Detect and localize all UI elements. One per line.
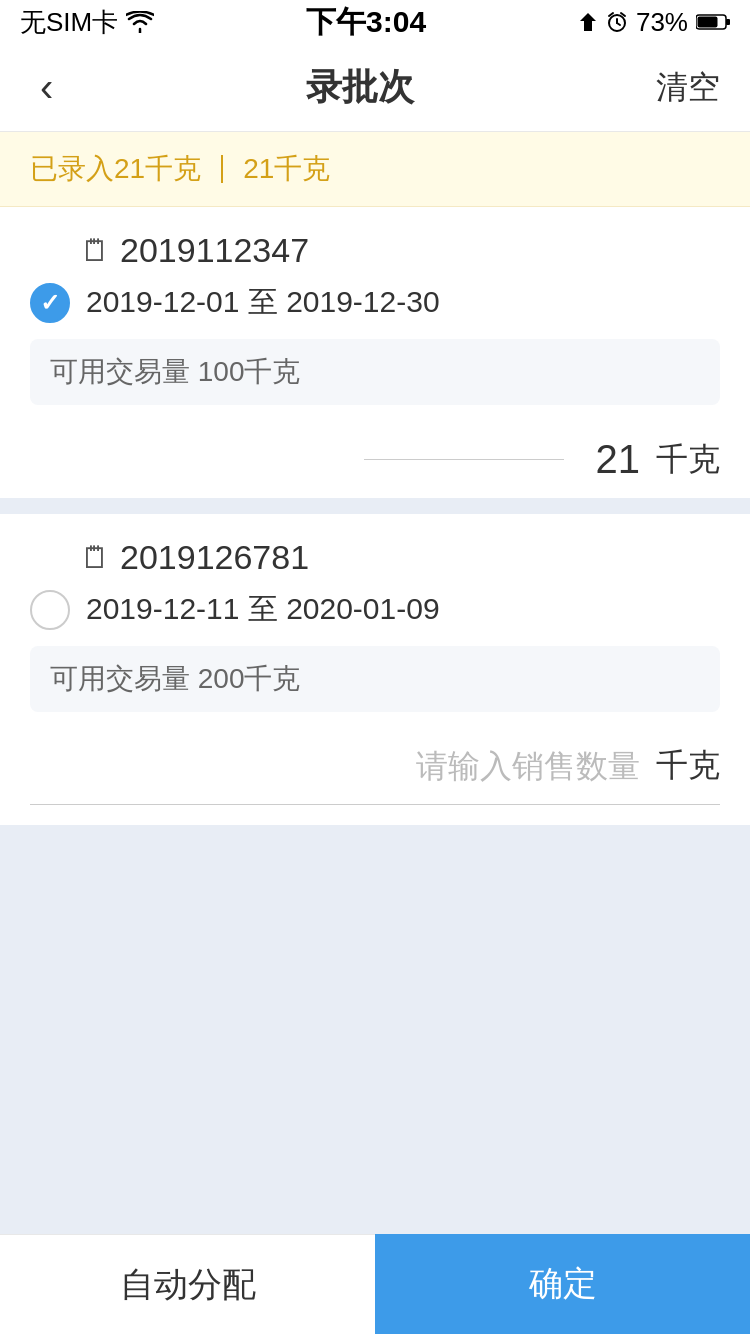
status-left: 无SIM卡 (20, 5, 154, 40)
no-sim-label: 无SIM卡 (20, 5, 118, 40)
content-area: 🗒 2019112347 2019-12-01 至 2019-12-30 可用交… (0, 207, 750, 1334)
batch-id-icon-1: 🗒 (80, 234, 110, 268)
status-time: 下午3:04 (306, 2, 426, 43)
batch-qty-1: 可用交易量 100千克 (30, 339, 720, 405)
location-icon (578, 11, 598, 33)
info-banner: 已录入21千克 21千克 (0, 132, 750, 207)
recorded-label: 已录入21千克 (30, 150, 201, 188)
amount-underline-1 (364, 459, 564, 460)
batch-id-row-2: 🗒 2019126781 (30, 538, 720, 577)
page-title: 录批次 (306, 63, 414, 112)
batch-checkbox-1[interactable] (30, 283, 70, 323)
batch-id-row-1: 🗒 2019112347 (30, 231, 720, 270)
batch-id-1: 2019112347 (120, 231, 309, 270)
batch-amount-row-1: 21 千克 (0, 421, 750, 498)
batch-input-row-2: 千克 (0, 728, 750, 804)
batch-date-1: 2019-12-01 至 2019-12-30 (86, 282, 440, 323)
batch-unit-1: 千克 (656, 438, 720, 482)
svg-line-2 (617, 23, 620, 25)
auto-distribute-button[interactable]: 自动分配 (0, 1234, 375, 1334)
battery-percent: 73% (636, 7, 688, 38)
batch-unit-2: 千克 (656, 744, 720, 788)
batch-card-1: 🗒 2019112347 2019-12-01 至 2019-12-30 可用交… (0, 207, 750, 498)
spacer-2 (0, 805, 750, 825)
batch-date-row-1: 2019-12-01 至 2019-12-30 (30, 282, 720, 323)
batch-date-row-2: 2019-12-11 至 2020-01-09 (30, 589, 720, 630)
gray-area (0, 825, 750, 1245)
batch-qty-input-2[interactable] (240, 748, 640, 785)
batch-amount-1: 21 (596, 437, 641, 482)
svg-rect-4 (726, 19, 730, 25)
back-button[interactable]: ‹ (30, 55, 63, 120)
batch-card-1-inner: 🗒 2019112347 2019-12-01 至 2019-12-30 可用交… (0, 207, 750, 405)
info-value: 21千克 (243, 150, 330, 188)
confirm-label: 确定 (529, 1261, 597, 1307)
batch-qty-2: 可用交易量 200千克 (30, 646, 720, 712)
batch-card-2: 🗒 2019126781 2019-12-11 至 2020-01-09 可用交… (0, 514, 750, 825)
batch-date-2: 2019-12-11 至 2020-01-09 (86, 589, 440, 630)
status-bar: 无SIM卡 下午3:04 73% (0, 0, 750, 44)
section-separator (0, 498, 750, 514)
alarm-icon (606, 11, 628, 33)
auto-distribute-label: 自动分配 (120, 1262, 256, 1308)
nav-bar: ‹ 录批次 清空 (0, 44, 750, 132)
batch-id-2: 2019126781 (120, 538, 309, 577)
info-divider (221, 155, 223, 183)
status-right: 73% (578, 7, 730, 38)
batch-checkbox-2[interactable] (30, 590, 70, 630)
bottom-bar: 自动分配 确定 (0, 1234, 750, 1334)
clear-button[interactable]: 清空 (656, 66, 720, 110)
batch-id-icon-2: 🗒 (80, 541, 110, 575)
confirm-button[interactable]: 确定 (375, 1234, 750, 1334)
svg-rect-5 (697, 17, 717, 28)
wifi-icon (126, 11, 154, 33)
battery-icon (696, 13, 730, 31)
batch-card-2-inner: 🗒 2019126781 2019-12-11 至 2020-01-09 可用交… (0, 514, 750, 712)
